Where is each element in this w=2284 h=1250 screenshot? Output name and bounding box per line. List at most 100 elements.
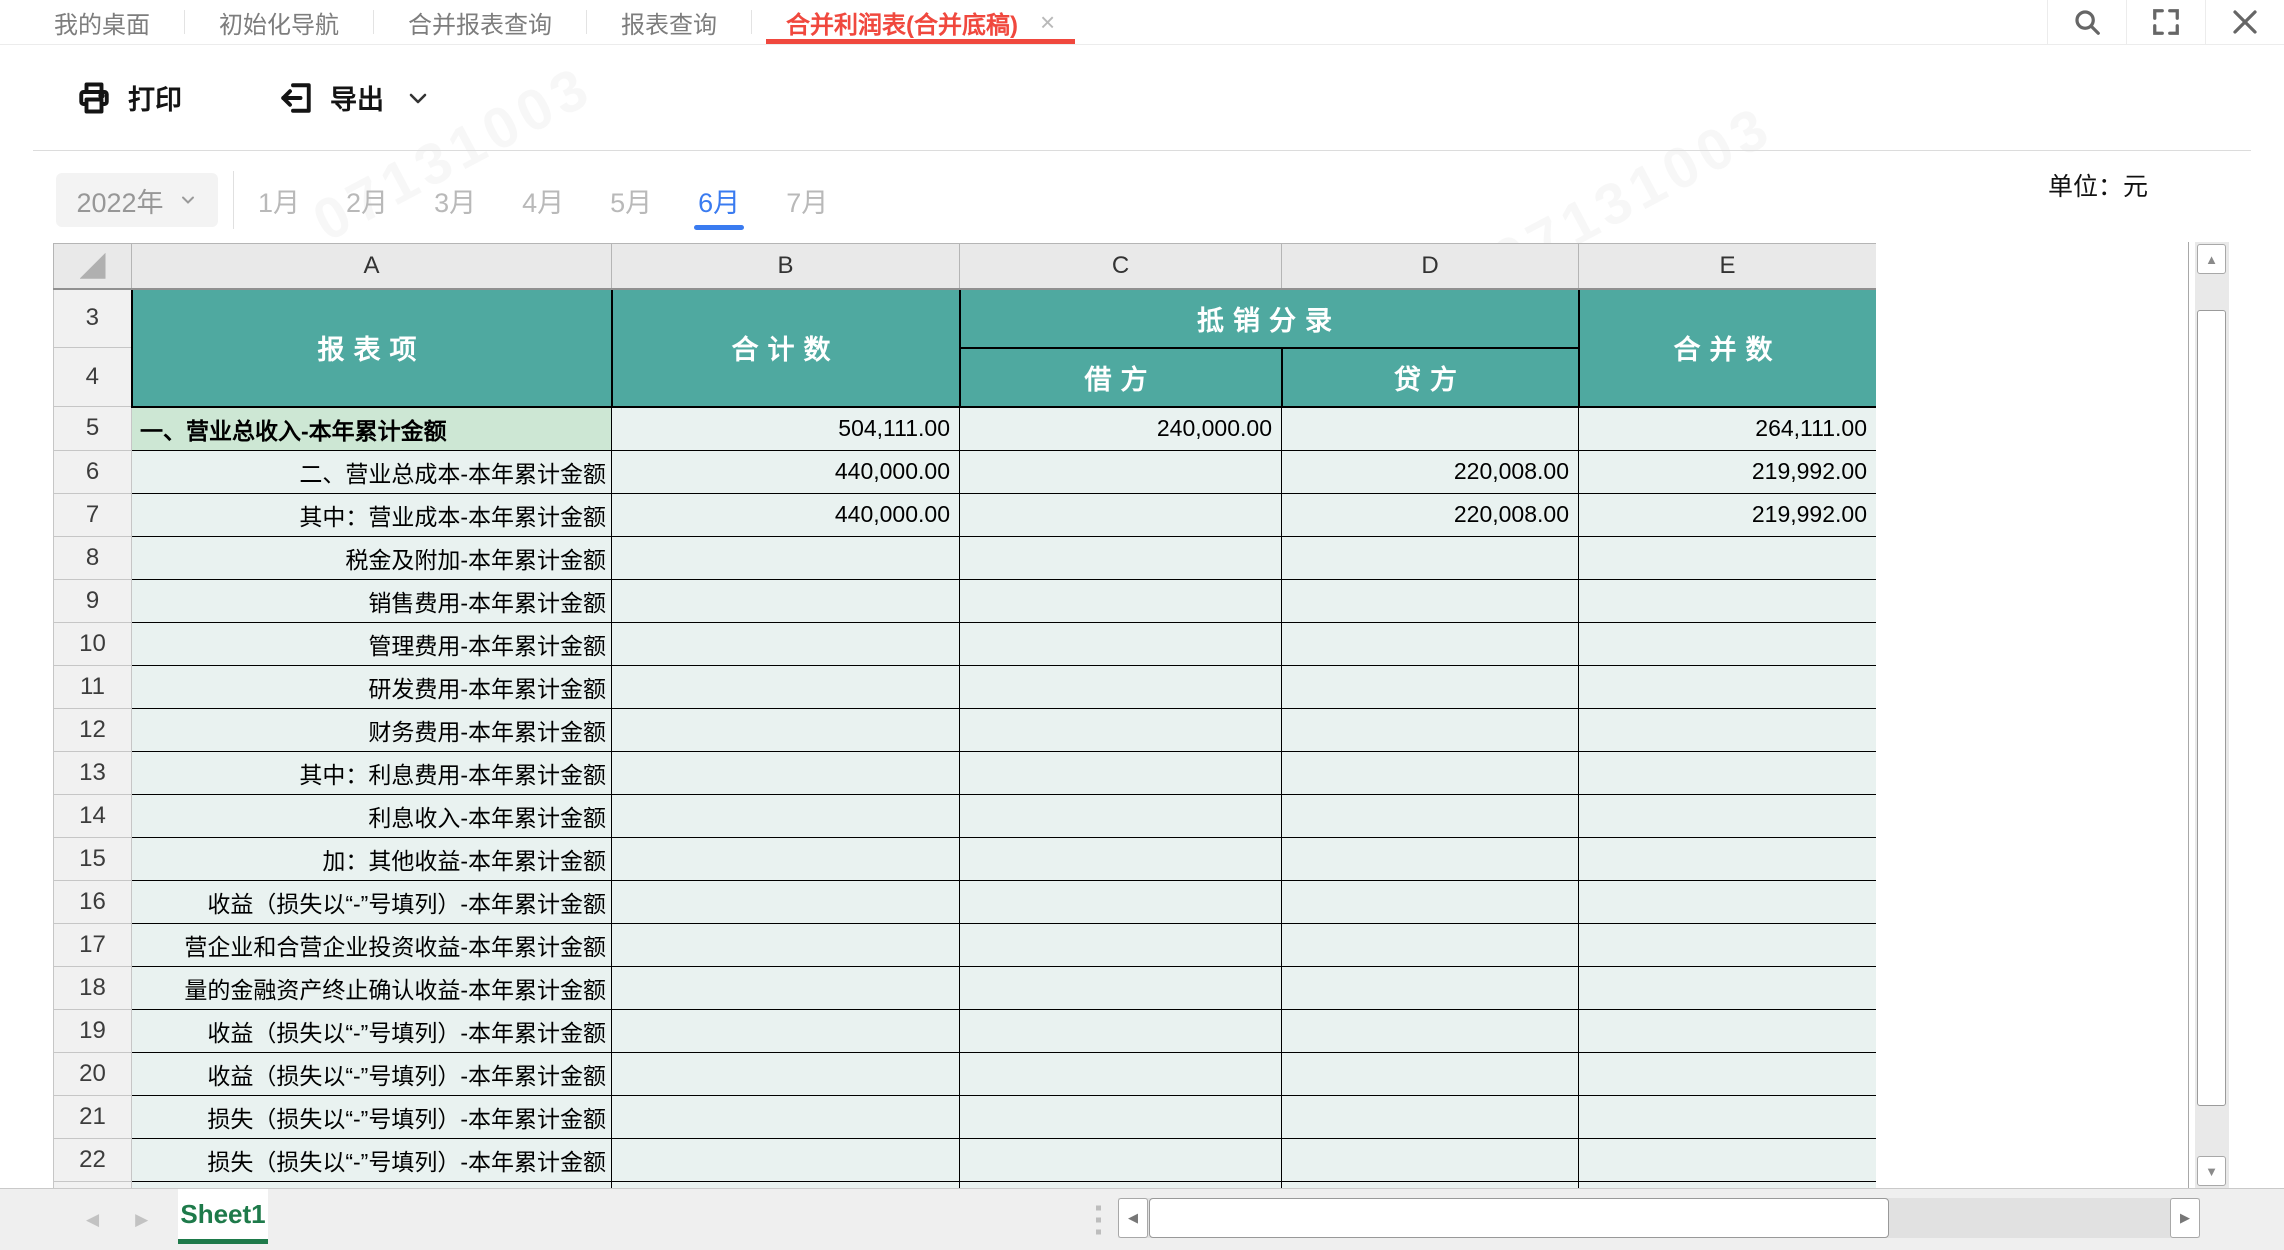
tab-consolidated-profit-active[interactable]: 合并利润表(合并底稿) × [766, 0, 1076, 44]
cell-debit[interactable] [959, 1008, 1282, 1053]
cell-total[interactable] [611, 750, 960, 795]
cell-consolidated[interactable] [1578, 750, 1876, 795]
cell-credit[interactable] [1281, 1051, 1579, 1096]
cell-report-item[interactable]: 收益（损失以“-”号填列）-本年累计金额 [131, 1008, 612, 1053]
row-number[interactable]: 13 [53, 750, 132, 795]
sheet-prev-arrow-icon[interactable]: ◀ [86, 1210, 99, 1230]
cell-report-item[interactable]: 营企业和合营企业投资收益-本年累计金额 [131, 922, 612, 967]
row-number[interactable]: 18 [53, 965, 132, 1010]
cell-report-item[interactable]: 收益（损失以“-”号填列）-本年累计金额 [131, 879, 612, 924]
month-tab-7[interactable]: 7月 [784, 181, 830, 220]
splitter-handle[interactable] [1096, 1205, 1101, 1234]
row-number-4[interactable]: 4 [53, 347, 132, 407]
cell-report-item[interactable]: 其中：利息费用-本年累计金额 [131, 750, 612, 795]
cell-debit[interactable] [959, 492, 1282, 537]
cell-report-item[interactable]: 收益（损失以“-”号填列）-本年累计金额 [131, 1051, 612, 1096]
cell-total[interactable]: 440,000.00 [611, 492, 960, 537]
column-header-A[interactable]: A [131, 243, 612, 290]
row-number[interactable]: 22 [53, 1137, 132, 1182]
cell-total[interactable] [611, 664, 960, 709]
tab-close-icon[interactable]: × [1040, 7, 1055, 38]
cell-debit[interactable] [959, 1137, 1282, 1182]
cell-credit[interactable] [1281, 578, 1579, 623]
cell-debit[interactable]: 240,000.00 [959, 406, 1282, 451]
cell-credit[interactable] [1281, 406, 1579, 451]
cell-credit[interactable]: 220,008.00 [1281, 492, 1579, 537]
month-tab-1[interactable]: 1月 [256, 181, 302, 220]
row-number-3[interactable]: 3 [53, 288, 132, 348]
cell-credit[interactable]: 220,008.00 [1281, 449, 1579, 494]
row-number[interactable]: 12 [53, 707, 132, 752]
cell-credit[interactable] [1281, 1008, 1579, 1053]
year-select[interactable]: 2022年 [56, 173, 218, 227]
cell-total[interactable] [611, 621, 960, 666]
row-number[interactable]: 19 [53, 1008, 132, 1053]
cell-report-item[interactable]: 一、营业总收入-本年累计金额 [131, 406, 612, 451]
cell-credit[interactable] [1281, 1094, 1579, 1139]
cell-total[interactable] [611, 879, 960, 924]
tab-consolidated-report-query[interactable]: 合并报表查询 [388, 0, 572, 44]
row-number[interactable]: 7 [53, 492, 132, 537]
cell-credit[interactable] [1281, 1137, 1579, 1182]
row-number[interactable]: 8 [53, 535, 132, 580]
cell-consolidated[interactable] [1578, 965, 1876, 1010]
row-number[interactable]: 14 [53, 793, 132, 838]
tab-init-nav[interactable]: 初始化导航 [199, 0, 359, 44]
cell-consolidated[interactable] [1578, 664, 1876, 709]
cell-consolidated[interactable] [1578, 879, 1876, 924]
month-tab-4[interactable]: 4月 [520, 181, 566, 220]
scroll-up-button[interactable]: ▲ [2197, 244, 2226, 274]
export-button[interactable]: 导出 [278, 78, 430, 117]
cell-report-item[interactable]: 利息收入-本年累计金额 [131, 793, 612, 838]
cell-consolidated[interactable] [1578, 578, 1876, 623]
cell-consolidated[interactable]: 219,992.00 [1578, 449, 1876, 494]
row-number[interactable]: 23 [53, 1180, 132, 1188]
month-tab-2[interactable]: 2月 [344, 181, 390, 220]
cell-credit[interactable] [1281, 836, 1579, 881]
sheet-tab[interactable]: Sheet1 [178, 1189, 268, 1244]
cell-total[interactable] [611, 1094, 960, 1139]
fullscreen-icon[interactable] [2126, 0, 2205, 44]
cell-consolidated[interactable] [1578, 1008, 1876, 1053]
cell-consolidated[interactable] [1578, 621, 1876, 666]
column-header-E[interactable]: E [1578, 243, 1876, 290]
cell-consolidated[interactable] [1578, 707, 1876, 752]
cell-debit[interactable] [959, 535, 1282, 580]
cell-report-item[interactable]: 损失（损失以“-”号填列）-本年累计金额 [131, 1137, 612, 1182]
cell-total[interactable] [611, 1137, 960, 1182]
row-number[interactable]: 15 [53, 836, 132, 881]
cell-credit[interactable] [1281, 879, 1579, 924]
tab-report-query[interactable]: 报表查询 [601, 0, 737, 44]
cell-credit[interactable] [1281, 535, 1579, 580]
cell-credit[interactable] [1281, 621, 1579, 666]
cell-total[interactable] [611, 922, 960, 967]
cell-consolidated[interactable] [1578, 1094, 1876, 1139]
cell-debit[interactable] [959, 922, 1282, 967]
cell-debit[interactable] [959, 664, 1282, 709]
horizontal-scrollbar-thumb[interactable] [1149, 1198, 1889, 1238]
vertical-scrollbar-thumb[interactable] [2197, 310, 2226, 1106]
row-number[interactable]: 9 [53, 578, 132, 623]
row-number[interactable]: 6 [53, 449, 132, 494]
cell-consolidated[interactable] [1578, 1051, 1876, 1096]
cell-credit[interactable] [1281, 922, 1579, 967]
cell-debit[interactable] [959, 449, 1282, 494]
cell-debit[interactable] [959, 1094, 1282, 1139]
cell-report-item[interactable]: 财务费用-本年累计金额 [131, 707, 612, 752]
month-tab-6-active[interactable]: 6月 [694, 181, 745, 230]
cell-debit[interactable] [959, 965, 1282, 1010]
cell-debit[interactable] [959, 750, 1282, 795]
cell-consolidated[interactable]: 219,992.00 [1578, 492, 1876, 537]
cell-total[interactable] [611, 836, 960, 881]
month-tab-3[interactable]: 3月 [432, 181, 478, 220]
cell-consolidated[interactable] [1578, 922, 1876, 967]
cell-credit[interactable] [1281, 664, 1579, 709]
horizontal-scrollbar[interactable]: ◀ ▶ [1118, 1198, 2200, 1238]
cell-total[interactable] [611, 535, 960, 580]
scroll-left-button[interactable]: ◀ [1118, 1198, 1148, 1238]
cell-total[interactable] [611, 1008, 960, 1053]
vertical-scrollbar[interactable]: ▲ ▼ [2195, 242, 2229, 1188]
cell-consolidated[interactable] [1578, 535, 1876, 580]
cell-consolidated[interactable]: 264,111.00 [1578, 406, 1876, 451]
cell-consolidated[interactable] [1578, 836, 1876, 881]
